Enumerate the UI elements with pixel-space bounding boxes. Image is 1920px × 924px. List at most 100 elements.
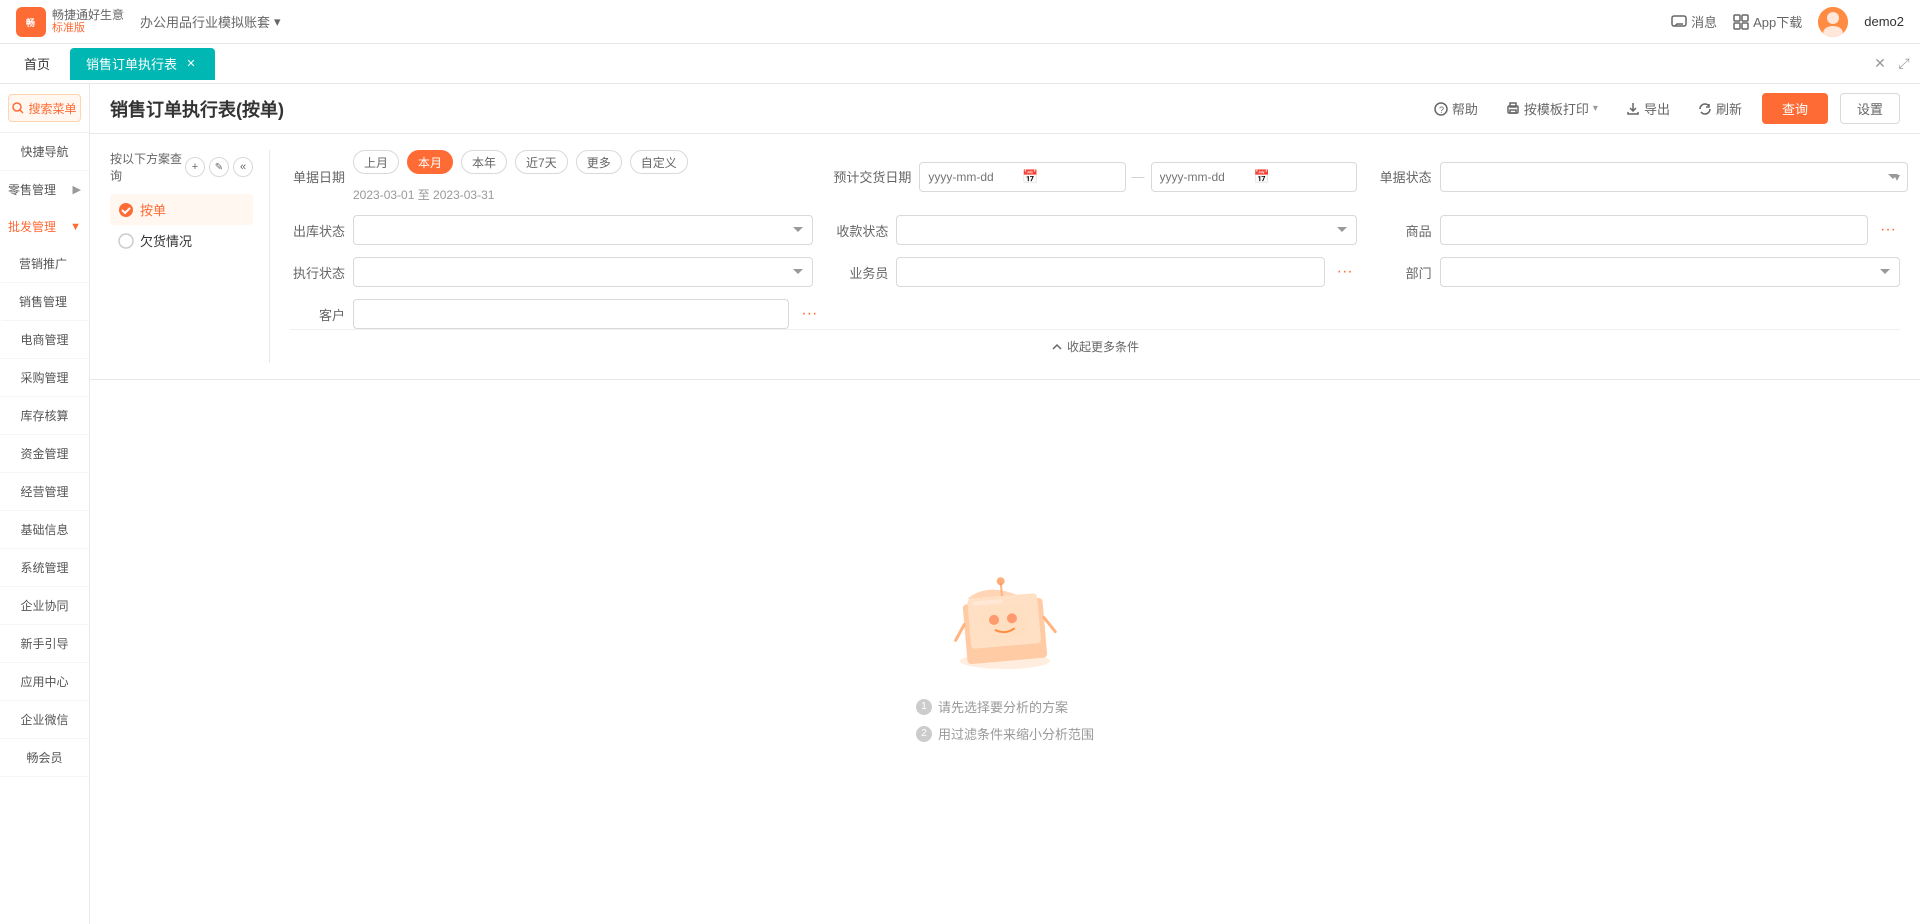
filter-collect-status-item: 收款状态	[833, 215, 1356, 245]
filter-customer-item: 客户 ···	[290, 299, 821, 329]
empty-hint-item-1: 1 请先选择要分析的方案	[916, 697, 1094, 716]
date-tag-this-year[interactable]: 本年	[461, 150, 507, 174]
tab-home[interactable]: 首页	[8, 48, 66, 80]
user-name: demo2	[1864, 14, 1904, 29]
salesperson-input[interactable]	[896, 257, 1324, 287]
filter-row-3: 执行状态 业务员 ··· 部门	[290, 257, 1900, 287]
search-icon	[12, 102, 24, 114]
filter-row-4: 客户 ···	[290, 299, 1900, 329]
customer-ellipsis-button[interactable]: ···	[797, 305, 821, 323]
date-tag-custom[interactable]: 自定义	[630, 150, 688, 174]
breadcrumb-dropdown-icon: ▾	[274, 14, 281, 30]
expected-delivery-label: 预计交货日期	[833, 167, 911, 186]
product-input[interactable]	[1440, 215, 1868, 245]
sidebar-item-sales[interactable]: 销售管理	[0, 283, 89, 321]
close-window-button[interactable]: ✕	[1872, 56, 1888, 72]
salesperson-ellipsis-button[interactable]: ···	[1333, 263, 1357, 281]
svg-text:?: ?	[1439, 105, 1444, 115]
filter-doc-status-item: 单据状态 ▾	[1377, 162, 1900, 192]
doc-status-select[interactable]	[1440, 162, 1908, 192]
refresh-button[interactable]: 刷新	[1690, 95, 1750, 122]
filter-expected-delivery-item: 预计交货日期 📅 — 📅	[833, 162, 1356, 192]
add-scheme-button[interactable]: +	[185, 157, 205, 177]
tab-close-icon[interactable]: ✕	[183, 56, 199, 72]
collapse-conditions-button[interactable]: 收起更多条件	[290, 329, 1900, 363]
calendar-start-icon: 📅	[1022, 169, 1038, 185]
help-button[interactable]: ? 帮助	[1426, 95, 1486, 122]
date-tag-row: 上月 本月 本年 近7天 更多 自定义	[353, 150, 813, 174]
sidebar-item-operation[interactable]: 经营管理	[0, 473, 89, 511]
date-tag-this-month[interactable]: 本月	[407, 150, 453, 174]
sidebar-item-basic[interactable]: 基础信息	[0, 511, 89, 549]
edit-scheme-button[interactable]: ✎	[209, 157, 229, 177]
filter-dept-item: 部门	[1377, 257, 1900, 287]
sidebar-item-ecommerce[interactable]: 电商管理	[0, 321, 89, 359]
content-area: 销售订单执行表(按单) ? 帮助 按模板打印 ▾ 导出 刷新	[90, 84, 1920, 924]
print-button[interactable]: 按模板打印 ▾	[1498, 95, 1606, 122]
date-tag-more[interactable]: 更多	[576, 150, 622, 174]
collect-status-select[interactable]	[896, 215, 1356, 245]
sidebar-item-member[interactable]: 畅会员	[0, 739, 89, 777]
calendar-end-icon: 📅	[1254, 169, 1270, 185]
scheme-inactive-icon	[118, 233, 134, 249]
out-status-select[interactable]	[353, 215, 813, 245]
sidebar-item-enterprise[interactable]: 企业协同	[0, 587, 89, 625]
date-tag-last-month[interactable]: 上月	[353, 150, 399, 174]
filter-product-item: 商品 ···	[1377, 215, 1900, 245]
sidebar-item-inventory[interactable]: 库存核算	[0, 397, 89, 435]
empty-hint-item-2: 2 用过滤条件来缩小分析范围	[916, 724, 1094, 743]
product-label: 商品	[1377, 221, 1432, 240]
scheme-item-order[interactable]: 按单	[110, 194, 253, 225]
sidebar-item-purchase[interactable]: 采购管理	[0, 359, 89, 397]
date-tag-7days[interactable]: 近7天	[515, 150, 568, 174]
date-range-hint: 2023-03-01 至 2023-03-31	[353, 186, 813, 203]
breadcrumb[interactable]: 办公用品行业模拟账套 ▾	[132, 8, 289, 35]
filter-scheme-header: 按以下方案查询 + ✎ «	[110, 150, 253, 184]
date-end-input[interactable]	[1160, 170, 1250, 184]
tab-sales-exec[interactable]: 销售订单执行表 ✕	[70, 48, 215, 80]
product-ellipsis-button[interactable]: ···	[1876, 221, 1900, 239]
logo-text: 畅捷通好生意 标准版	[52, 8, 124, 36]
page-title: 销售订单执行表(按单)	[110, 96, 284, 122]
sidebar-search-area: 搜索菜单	[0, 84, 89, 133]
query-button[interactable]: 查询	[1762, 93, 1828, 124]
sidebar-item-quick-nav[interactable]: 快捷导航	[0, 133, 89, 171]
print-dropdown-icon[interactable]: ▾	[1593, 103, 1598, 114]
sidebar-item-marketing[interactable]: 营销推广	[0, 245, 89, 283]
empty-illustration	[935, 561, 1075, 681]
date-label: 单据日期	[290, 167, 345, 186]
export-button[interactable]: 导出	[1618, 95, 1678, 122]
sidebar-item-wholesale[interactable]: 批发管理 ▼	[0, 208, 89, 245]
export-icon	[1626, 102, 1640, 116]
page-header: 销售订单执行表(按单) ? 帮助 按模板打印 ▾ 导出 刷新	[90, 84, 1920, 134]
scheme-item-debt[interactable]: 欠货情况	[110, 225, 253, 256]
app-download-icon	[1733, 14, 1749, 30]
app-download-button[interactable]: App下载	[1733, 12, 1802, 31]
customer-input[interactable]	[353, 299, 789, 329]
hint-num-1: 1	[916, 699, 932, 715]
sidebar-item-newbie[interactable]: 新手引导	[0, 625, 89, 663]
date-start-input[interactable]	[928, 170, 1018, 184]
settings-button[interactable]: 设置	[1840, 93, 1900, 124]
sidebar-item-system[interactable]: 系统管理	[0, 549, 89, 587]
sidebar: 搜索菜单 快捷导航 零售管理 ▶ 批发管理 ▼ 营销推广 销售管理 电商管理 采…	[0, 84, 90, 924]
exec-status-select[interactable]	[353, 257, 813, 287]
help-icon: ?	[1434, 102, 1448, 116]
collapse-scheme-button[interactable]: «	[233, 157, 253, 177]
collapse-icon	[1051, 341, 1063, 353]
sidebar-item-retail[interactable]: 零售管理 ▶	[0, 171, 89, 208]
sidebar-item-wechat[interactable]: 企业微信	[0, 701, 89, 739]
sidebar-item-finance[interactable]: 资金管理	[0, 435, 89, 473]
message-button[interactable]: 消息	[1671, 12, 1717, 31]
refresh-icon	[1698, 102, 1712, 116]
search-menu-button[interactable]: 搜索菜单	[8, 94, 81, 122]
doc-status-label: 单据状态	[1377, 167, 1432, 186]
logo-icon: 畅	[16, 7, 46, 37]
filter-scheme-panel: 按以下方案查询 + ✎ « 按单	[110, 150, 270, 363]
dept-label: 部门	[1377, 263, 1432, 282]
dept-select[interactable]	[1440, 257, 1900, 287]
expand-window-button[interactable]: ⤢	[1896, 56, 1912, 72]
sidebar-item-app-center[interactable]: 应用中心	[0, 663, 89, 701]
avatar[interactable]	[1818, 7, 1848, 37]
scheme-actions: + ✎ «	[185, 157, 253, 177]
